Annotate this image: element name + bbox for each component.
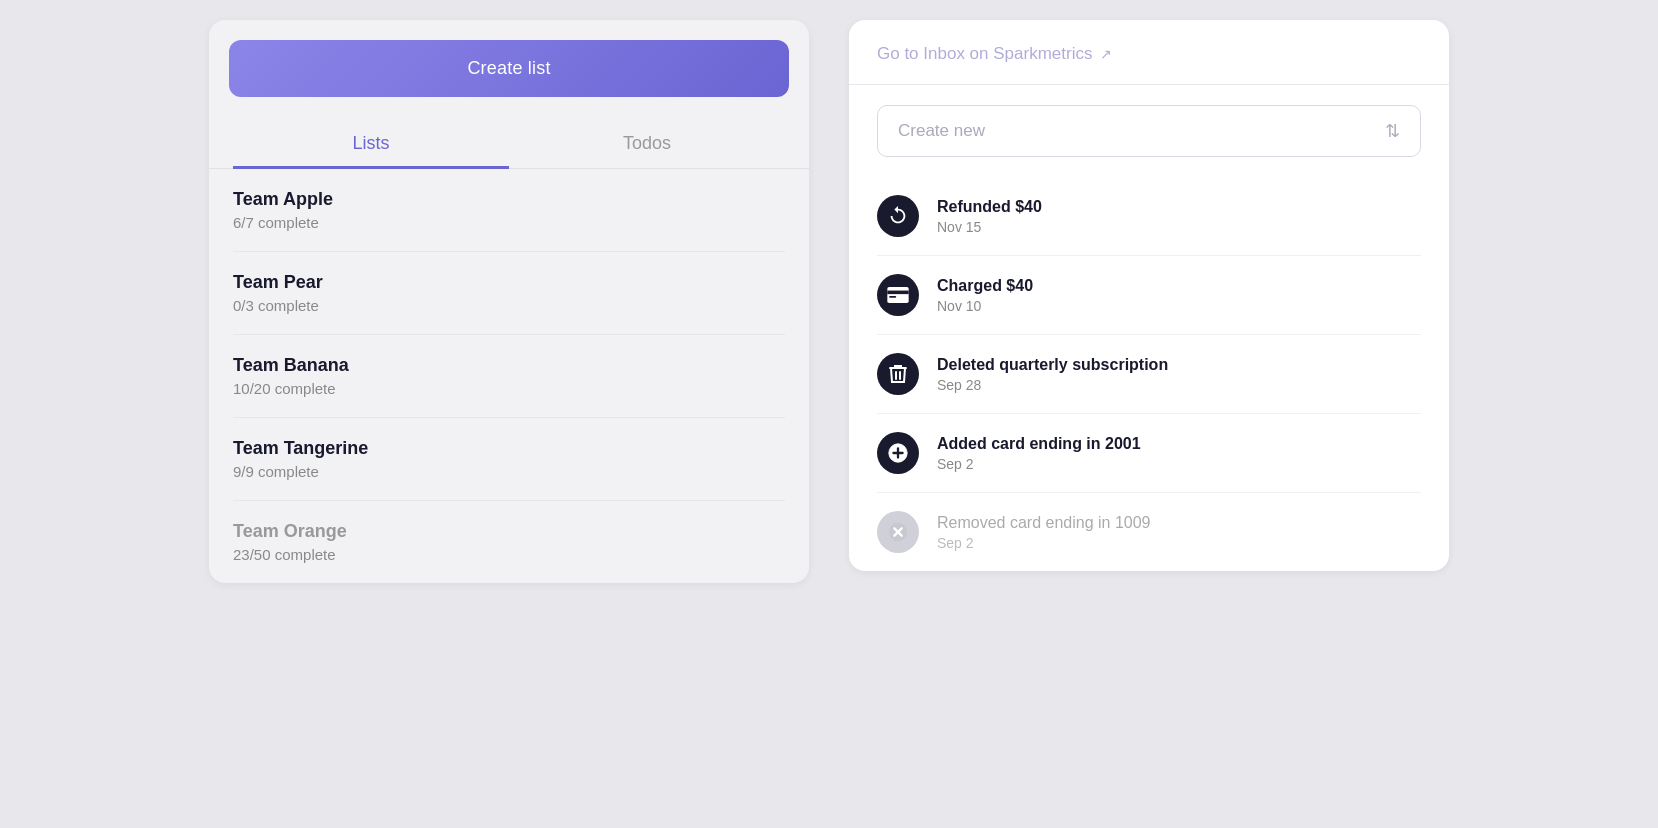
svg-rect-1 xyxy=(887,291,908,295)
activity-date: Sep 2 xyxy=(937,535,1421,551)
create-list-button[interactable]: Create list xyxy=(229,40,789,97)
list-item-name: Team Apple xyxy=(233,189,785,210)
activity-item-remove-card: Removed card ending in 1009 Sep 2 xyxy=(877,493,1421,571)
list-item[interactable]: Team Banana 10/20 complete xyxy=(233,335,785,418)
list-item-meta: 0/3 complete xyxy=(233,297,785,314)
tabs-container: Lists Todos xyxy=(209,121,809,169)
list-item-name: Team Tangerine xyxy=(233,438,785,459)
list-item-meta: 10/20 complete xyxy=(233,380,785,397)
list-item[interactable]: Team Apple 6/7 complete xyxy=(233,169,785,252)
trash-icon xyxy=(877,353,919,395)
external-link-icon: ↗ xyxy=(1100,46,1112,62)
activity-content: Deleted quarterly subscription Sep 28 xyxy=(937,356,1421,393)
activity-content: Refunded $40 Nov 15 xyxy=(937,198,1421,235)
list-item-meta: 23/50 complete xyxy=(233,546,785,563)
refund-icon xyxy=(877,195,919,237)
left-panel: Create list Lists Todos Team Apple 6/7 c… xyxy=(209,20,809,583)
activity-item-add-card: Added card ending in 2001 Sep 2 xyxy=(877,414,1421,493)
activity-date: Sep 28 xyxy=(937,377,1421,393)
activity-item-delete-sub: Deleted quarterly subscription Sep 28 xyxy=(877,335,1421,414)
activity-title: Added card ending in 2001 xyxy=(937,435,1421,453)
right-panel: Go to Inbox on Sparkmetrics ↗ Create new… xyxy=(849,20,1449,571)
list-items-container: Team Apple 6/7 complete Team Pear 0/3 co… xyxy=(209,169,809,583)
x-circle-icon xyxy=(877,511,919,553)
list-item-name: Team Orange xyxy=(233,521,785,542)
list-item[interactable]: Team Pear 0/3 complete xyxy=(233,252,785,335)
chevron-updown-icon: ⇅ xyxy=(1385,120,1400,142)
tab-todos[interactable]: Todos xyxy=(509,121,785,169)
activity-title: Deleted quarterly subscription xyxy=(937,356,1421,374)
svg-rect-0 xyxy=(887,287,908,303)
list-item-meta: 6/7 complete xyxy=(233,214,785,231)
create-new-select[interactable]: Create new ⇅ xyxy=(877,105,1421,157)
list-item-meta: 9/9 complete xyxy=(233,463,785,480)
activity-title: Removed card ending in 1009 xyxy=(937,514,1421,532)
main-container: Create list Lists Todos Team Apple 6/7 c… xyxy=(0,0,1658,828)
activity-content: Charged $40 Nov 10 xyxy=(937,277,1421,314)
activity-title: Charged $40 xyxy=(937,277,1421,295)
activity-item-refund: Refunded $40 Nov 15 xyxy=(877,177,1421,256)
list-item[interactable]: Team Orange 23/50 complete xyxy=(233,501,785,583)
card-icon xyxy=(877,274,919,316)
list-item-name: Team Pear xyxy=(233,272,785,293)
activity-date: Sep 2 xyxy=(937,456,1421,472)
activity-list: Refunded $40 Nov 15 Charged $40 Nov 10 xyxy=(849,177,1449,571)
activity-content: Added card ending in 2001 Sep 2 xyxy=(937,435,1421,472)
tab-lists[interactable]: Lists xyxy=(233,121,509,169)
activity-item-charge: Charged $40 Nov 10 xyxy=(877,256,1421,335)
right-header: Go to Inbox on Sparkmetrics ↗ xyxy=(849,20,1449,85)
inbox-link[interactable]: Go to Inbox on Sparkmetrics ↗ xyxy=(877,44,1421,64)
activity-content: Removed card ending in 1009 Sep 2 xyxy=(937,514,1421,551)
list-item[interactable]: Team Tangerine 9/9 complete xyxy=(233,418,785,501)
activity-title: Refunded $40 xyxy=(937,198,1421,216)
activity-date: Nov 15 xyxy=(937,219,1421,235)
activity-date: Nov 10 xyxy=(937,298,1421,314)
create-new-label: Create new xyxy=(898,121,985,141)
plus-circle-icon xyxy=(877,432,919,474)
svg-rect-2 xyxy=(889,296,896,298)
list-item-name: Team Banana xyxy=(233,355,785,376)
